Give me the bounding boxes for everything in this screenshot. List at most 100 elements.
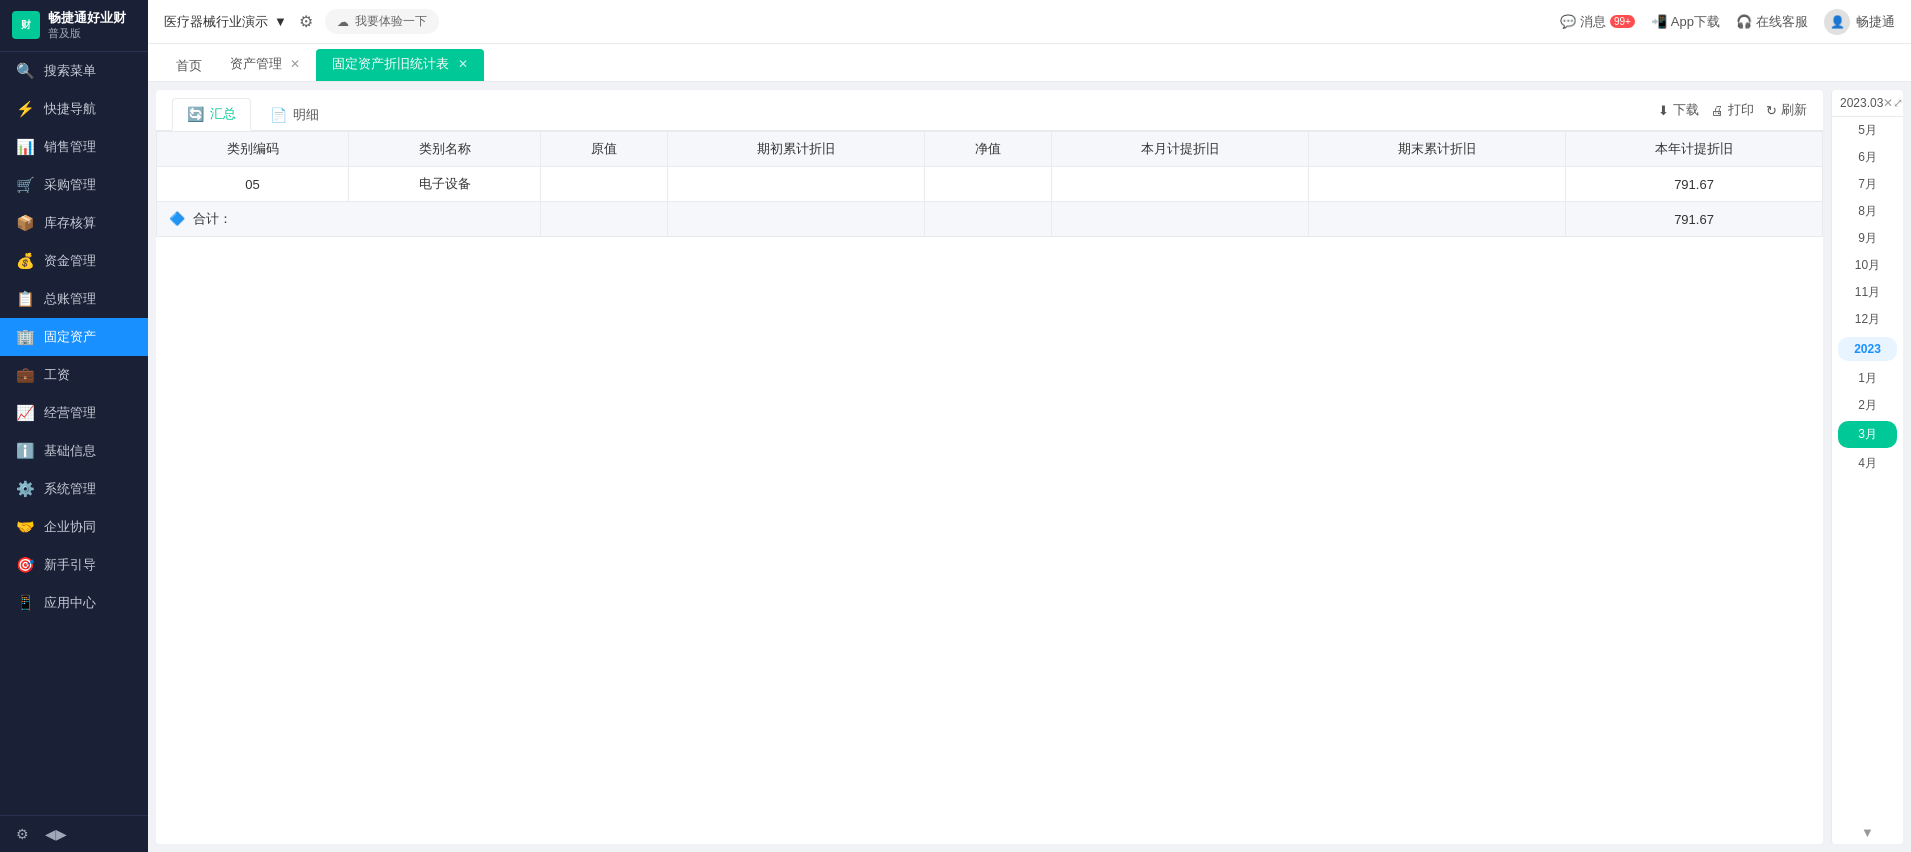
rp-month-10[interactable]: 10月 bbox=[1832, 252, 1903, 279]
avatar: 👤 bbox=[1824, 9, 1850, 35]
rp-month-3-current[interactable]: 3月 bbox=[1838, 421, 1897, 448]
user-name: 畅捷通 bbox=[1856, 13, 1895, 31]
payroll-icon: 💼 bbox=[16, 366, 34, 384]
sidebar-label-ledger: 总账管理 bbox=[44, 290, 96, 308]
print-button[interactable]: 🖨 打印 bbox=[1711, 101, 1754, 119]
main-area: 医疗器械行业演示 ▼ ⚙ ☁ 我要体验一下 💬 消息 99+ 📲 App下载 🎧… bbox=[148, 0, 1911, 852]
download-icon: 📲 bbox=[1651, 14, 1667, 29]
app-title: 畅捷通好业财 bbox=[48, 10, 126, 26]
download-button[interactable]: ⬇ 下载 bbox=[1658, 101, 1699, 119]
sidebar-label-sales: 销售管理 bbox=[44, 138, 96, 156]
msg-label: 消息 bbox=[1580, 13, 1606, 31]
sidebar-label-search: 搜索菜单 bbox=[44, 62, 96, 80]
sidebar-item-inventory[interactable]: 📦 库存核算 bbox=[0, 204, 148, 242]
rp-month-8[interactable]: 8月 bbox=[1832, 198, 1903, 225]
collab-icon: 🤝 bbox=[16, 518, 34, 536]
experience-button[interactable]: ☁ 我要体验一下 bbox=[325, 9, 439, 34]
inventory-icon: 📦 bbox=[16, 214, 34, 232]
cell-end-accum bbox=[1309, 167, 1566, 202]
close-depreciation-icon[interactable]: ✕ bbox=[458, 57, 468, 71]
col-header-initial-accum: 期初累计折旧 bbox=[668, 132, 925, 167]
toolbar-right: ⬇ 下载 🖨 打印 ↻ 刷新 bbox=[1658, 101, 1807, 127]
tab-asset-mgmt[interactable]: 资产管理 ✕ bbox=[214, 49, 316, 81]
sidebar-bottom: ⚙ ◀▶ bbox=[0, 815, 148, 852]
rp-month-11[interactable]: 11月 bbox=[1832, 279, 1903, 306]
sidebar-label-collab: 企业协同 bbox=[44, 518, 96, 536]
company-selector[interactable]: 医疗器械行业演示 ▼ bbox=[164, 13, 287, 31]
detail-tab-label: 明细 bbox=[293, 106, 319, 124]
cell-monthly bbox=[1052, 167, 1309, 202]
sidebar-item-system[interactable]: ⚙️ 系统管理 bbox=[0, 470, 148, 508]
rp-nav-down[interactable]: ▼ bbox=[1832, 821, 1903, 844]
collapse-icon[interactable]: ◀▶ bbox=[45, 826, 67, 842]
tab-summary[interactable]: 🔄 汇总 bbox=[172, 98, 251, 131]
sidebar-item-basic[interactable]: ℹ️ 基础信息 bbox=[0, 432, 148, 470]
rp-month-7[interactable]: 7月 bbox=[1832, 171, 1903, 198]
search-icon: 🔍 bbox=[16, 62, 34, 80]
topbar: 医疗器械行业演示 ▼ ⚙ ☁ 我要体验一下 💬 消息 99+ 📲 App下载 🎧… bbox=[148, 0, 1911, 44]
sidebar-item-payroll[interactable]: 💼 工资 bbox=[0, 356, 148, 394]
app-download-button[interactable]: 📲 App下载 bbox=[1651, 13, 1720, 31]
breadcrumb-home[interactable]: 首页 bbox=[164, 51, 214, 81]
detail-tab-icon: 📄 bbox=[270, 107, 287, 123]
total-label: 合计： bbox=[193, 211, 232, 226]
cell-original bbox=[541, 167, 668, 202]
sidebar-item-search[interactable]: 🔍 搜索菜单 bbox=[0, 52, 148, 90]
appstore-icon: 📱 bbox=[16, 594, 34, 612]
table-wrapper: 类别编码 类别名称 原值 期初累计折旧 净值 本月计提折旧 期末累计折旧 本年计… bbox=[156, 131, 1823, 844]
rp-month-1[interactable]: 1月 bbox=[1832, 365, 1903, 392]
sidebar-item-purchase[interactable]: 🛒 采购管理 bbox=[0, 166, 148, 204]
rp-month-9[interactable]: 9月 bbox=[1832, 225, 1903, 252]
cell-net bbox=[925, 167, 1052, 202]
topbar-right: 💬 消息 99+ 📲 App下载 🎧 在线客服 👤 畅捷通 bbox=[1560, 9, 1895, 35]
service-button[interactable]: 🎧 在线客服 bbox=[1736, 13, 1808, 31]
tab-detail[interactable]: 📄 明细 bbox=[255, 99, 334, 130]
finance-icon: 💰 bbox=[16, 252, 34, 270]
sidebar-item-quicknav[interactable]: ⚡ 快捷导航 bbox=[0, 90, 148, 128]
print-icon: 🖨 bbox=[1711, 103, 1724, 118]
sidebar-item-management[interactable]: 📈 经营管理 bbox=[0, 394, 148, 432]
settings-bottom-icon[interactable]: ⚙ bbox=[16, 826, 29, 842]
app-subtitle: 普及版 bbox=[48, 26, 126, 41]
download-icon: ⬇ bbox=[1658, 103, 1669, 118]
service-icon: 🎧 bbox=[1736, 14, 1752, 29]
breadcrumb-bar: 首页 资产管理 ✕ 固定资产折旧统计表 ✕ bbox=[148, 44, 1911, 82]
sidebar-label-payroll: 工资 bbox=[44, 366, 70, 384]
refresh-button[interactable]: ↻ 刷新 bbox=[1766, 101, 1807, 119]
rp-month-5[interactable]: 5月 bbox=[1832, 117, 1903, 144]
summary-tab-icon: 🔄 bbox=[187, 106, 204, 122]
topbar-settings-icon[interactable]: ⚙ bbox=[299, 12, 313, 31]
sidebar: 财 畅捷通好业财 普及版 🔍 搜索菜单 ⚡ 快捷导航 📊 销售管理 🛒 采购管理… bbox=[0, 0, 148, 852]
sidebar-item-ledger[interactable]: 📋 总账管理 bbox=[0, 280, 148, 318]
sidebar-item-finance[interactable]: 💰 资金管理 bbox=[0, 242, 148, 280]
sidebar-label-fixed: 固定资产 bbox=[44, 328, 96, 346]
tab-depreciation[interactable]: 固定资产折旧统计表 ✕ bbox=[316, 49, 485, 81]
table-row: 05 电子设备 791.67 bbox=[157, 167, 1823, 202]
close-asset-mgmt-icon[interactable]: ✕ bbox=[290, 57, 300, 71]
rp-month-6[interactable]: 6月 bbox=[1832, 144, 1903, 171]
rp-expand-icon[interactable]: ⤢ bbox=[1893, 96, 1903, 110]
depreciation-table: 类别编码 类别名称 原值 期初累计折旧 净值 本月计提折旧 期末累计折旧 本年计… bbox=[156, 131, 1823, 237]
download-label: 下载 bbox=[1673, 101, 1699, 119]
sidebar-label-guide: 新手引导 bbox=[44, 556, 96, 574]
rp-month-12[interactable]: 12月 bbox=[1832, 306, 1903, 333]
sidebar-label-purchase: 采购管理 bbox=[44, 176, 96, 194]
sidebar-item-fixed[interactable]: 🏢 固定资产 bbox=[0, 318, 148, 356]
right-date-panel: 2023.03 ✕ ⤢ 5月 6月 7月 8月 9月 10月 11月 12月 2… bbox=[1831, 90, 1903, 844]
user-menu[interactable]: 👤 畅捷通 bbox=[1824, 9, 1895, 35]
sidebar-item-collab[interactable]: 🤝 企业协同 bbox=[0, 508, 148, 546]
system-icon: ⚙️ bbox=[16, 480, 34, 498]
sidebar-item-guide[interactable]: 🎯 新手引导 bbox=[0, 546, 148, 584]
sidebar-item-sales[interactable]: 📊 销售管理 bbox=[0, 128, 148, 166]
rp-close-icon[interactable]: ✕ bbox=[1883, 96, 1893, 110]
print-label: 打印 bbox=[1728, 101, 1754, 119]
rp-month-4[interactable]: 4月 bbox=[1832, 450, 1903, 477]
sidebar-label-basic: 基础信息 bbox=[44, 442, 96, 460]
rp-month-2[interactable]: 2月 bbox=[1832, 392, 1903, 419]
message-icon: 💬 bbox=[1560, 14, 1576, 29]
cloud-icon: ☁ bbox=[337, 15, 349, 29]
messages-button[interactable]: 💬 消息 99+ bbox=[1560, 13, 1635, 31]
sidebar-item-appstore[interactable]: 📱 应用中心 bbox=[0, 584, 148, 622]
service-label: 在线客服 bbox=[1756, 13, 1808, 31]
management-icon: 📈 bbox=[16, 404, 34, 422]
